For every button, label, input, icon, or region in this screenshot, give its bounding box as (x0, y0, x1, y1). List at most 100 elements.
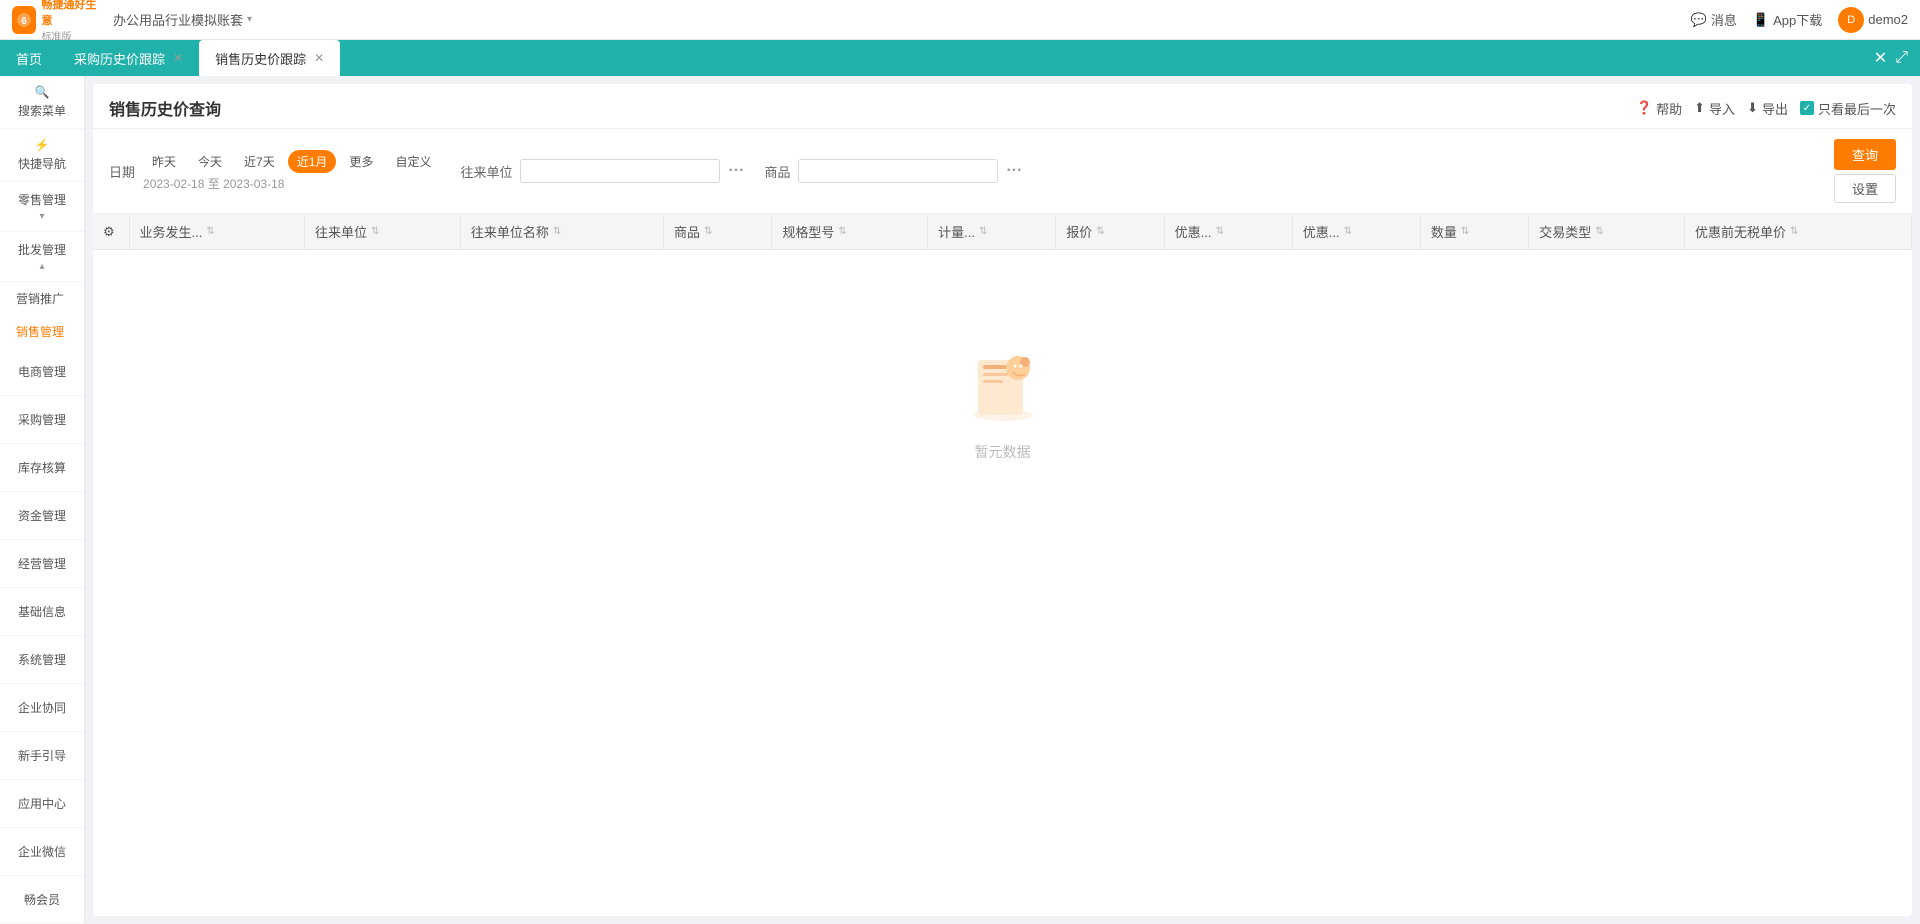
tab-close-sales[interactable]: ✕ (314, 51, 324, 65)
sort-icon: ⇅ (1215, 226, 1223, 237)
sidebar-item-collab[interactable]: 企业协同 (0, 684, 84, 732)
logo-icon: 6 (12, 6, 36, 34)
app-download-button[interactable]: 📱 App下载 (1753, 10, 1822, 29)
chevron-down-icon: ▾ (39, 211, 44, 222)
counterparty-label: 往来单位 (460, 162, 512, 181)
date-buttons: 昨天 今天 近7天 近1月 更多 自定义 (143, 150, 440, 173)
counterparty-input[interactable] (520, 159, 720, 183)
product-dots[interactable]: ··· (1006, 162, 1022, 180)
sort-icon: ⇅ (704, 226, 712, 237)
user-menu-button[interactable]: D demo2 (1838, 7, 1908, 33)
th-unit[interactable]: 计量... ⇅ (928, 214, 1056, 250)
th-spec[interactable]: 规格型号 ⇅ (772, 214, 928, 250)
page-title: 销售历史价查询 (109, 96, 221, 120)
filter-bar: 日期 昨天 今天 近7天 近1月 更多 自定义 2023-02-18 至 202… (93, 129, 1912, 214)
counterparty-filter-group: 往来单位 ··· (460, 159, 744, 183)
sidebar-item-purchase[interactable]: 采购管理 (0, 396, 84, 444)
import-button[interactable]: ⬆ 导入 (1694, 99, 1735, 118)
sidebar-item-apps[interactable]: 应用中心 (0, 780, 84, 828)
sidebar-item-marketing[interactable]: 营销推广 (0, 282, 84, 315)
sort-icon: ⇅ (1344, 226, 1352, 237)
date-today-btn[interactable]: 今天 (189, 150, 231, 173)
app-selector-label: 办公用品行业模拟账套 (113, 10, 243, 29)
sidebar-item-guide[interactable]: 新手引导 (0, 732, 84, 780)
sort-icon: ⇅ (1790, 226, 1798, 237)
export-button[interactable]: ⬇ 导出 (1747, 99, 1788, 118)
th-trade-type[interactable]: 交易类型 ⇅ (1529, 214, 1685, 250)
tab-bar: 首页 采购历史价跟踪 ✕ 销售历史价跟踪 ✕ ✕ ⤢ (0, 40, 1920, 76)
help-button[interactable]: ❓ 帮助 (1636, 99, 1682, 118)
sidebar-item-wholesale[interactable]: 批发管理 ▴ (0, 232, 84, 282)
table-header-row: ⚙ 业务发生... ⇅ 往来单位 (93, 214, 1912, 250)
message-button[interactable]: 💬 消息 (1691, 10, 1737, 29)
date-custom-btn[interactable]: 自定义 (386, 150, 440, 173)
page-actions: ❓ 帮助 ⬆ 导入 ⬇ 导出 ✓ 只看最后一次 (1636, 99, 1896, 118)
gear-icon: ⚙ (103, 224, 115, 239)
th-counterparty-code[interactable]: 往来单位 ⇅ (305, 214, 461, 250)
counterparty-dots[interactable]: ··· (728, 162, 744, 180)
th-product[interactable]: 商品 ⇅ (664, 214, 772, 250)
sidebar-item-finance[interactable]: 资金管理 (0, 492, 84, 540)
th-quantity[interactable]: 数量 ⇅ (1420, 214, 1528, 250)
empty-illustration (953, 330, 1053, 430)
maximize-icon[interactable]: ⤢ (1895, 49, 1908, 67)
th-discount1[interactable]: 优惠... ⇅ (1164, 214, 1292, 250)
search-icon: 🔍 (35, 85, 50, 99)
th-discount2[interactable]: 优惠... ⇅ (1292, 214, 1420, 250)
app-selector[interactable]: 办公用品行业模拟账套 ▾ (105, 6, 260, 33)
sidebar-item-system[interactable]: 系统管理 (0, 636, 84, 684)
product-label: 商品 (764, 162, 790, 181)
empty-state: 暂元数据 (93, 250, 1912, 542)
th-settings[interactable]: ⚙ (93, 214, 129, 250)
table-area: ⚙ 业务发生... ⇅ 往来单位 (93, 214, 1912, 916)
sidebar-item-member[interactable]: 畅会员 (0, 876, 84, 924)
sidebar-item-shortcut[interactable]: ⚡ 快捷导航 (0, 129, 84, 182)
query-button[interactable]: 查询 (1834, 139, 1896, 170)
tab-sales-history[interactable]: 销售历史价跟踪 ✕ (199, 40, 340, 76)
th-counterparty-name[interactable]: 往来单位名称 ⇅ (460, 214, 663, 250)
sidebar: 🔍 搜索菜单 ⚡ 快捷导航 零售管理 ▾ 批发管理 ▴ 营销推广 销售管理 电商… (0, 76, 85, 924)
page-header: 销售历史价查询 ❓ 帮助 ⬆ 导入 ⬇ 导出 ✓ (93, 84, 1912, 129)
logo-text: 畅捷通好生意 标准版 (42, 0, 97, 43)
settings-button[interactable]: 设置 (1834, 174, 1896, 203)
date-7days-btn[interactable]: 近7天 (235, 150, 284, 173)
sidebar-item-inventory[interactable]: 库存核算 (0, 444, 84, 492)
th-biz-date[interactable]: 业务发生... ⇅ (129, 214, 305, 250)
download-icon: 📱 (1753, 12, 1769, 28)
header-right: 💬 消息 📱 App下载 D demo2 (1691, 7, 1908, 33)
sort-icon: ⇅ (1595, 226, 1603, 237)
tab-home[interactable]: 首页 (0, 40, 58, 76)
product-filter-group: 商品 ··· (764, 159, 1022, 183)
th-pre-discount-price[interactable]: 优惠前无税单价 ⇅ (1684, 214, 1911, 250)
th-price[interactable]: 报价 ⇅ (1056, 214, 1164, 250)
sort-icon: ⇅ (1096, 226, 1104, 237)
date-1month-btn[interactable]: 近1月 (288, 150, 337, 173)
sidebar-item-wechat[interactable]: 企业微信 (0, 828, 84, 876)
sidebar-item-base-info[interactable]: 基础信息 (0, 588, 84, 636)
product-input[interactable] (798, 159, 998, 183)
date-more-btn[interactable]: 更多 (340, 150, 382, 173)
message-icon: 💬 (1691, 12, 1707, 28)
close-window-icon[interactable]: ✕ (1874, 48, 1887, 68)
help-icon: ❓ (1636, 100, 1652, 116)
tab-purchase-history[interactable]: 采购历史价跟踪 ✕ (58, 40, 199, 76)
sidebar-item-operations[interactable]: 经营管理 (0, 540, 84, 588)
sidebar-item-sales-mgmt[interactable]: 销售管理 (0, 315, 84, 348)
date-filter-label: 日期 (109, 162, 135, 181)
sidebar-item-ecommerce[interactable]: 电商管理 (0, 348, 84, 396)
sort-icon: ⇅ (979, 226, 987, 237)
tab-close-purchase[interactable]: ✕ (173, 51, 183, 65)
sidebar-item-retail[interactable]: 零售管理 ▾ (0, 182, 84, 232)
checkbox-teal: ✓ (1800, 101, 1814, 115)
avatar: D (1838, 7, 1864, 33)
sidebar-item-search[interactable]: 🔍 搜索菜单 (0, 76, 84, 129)
import-icon: ⬆ (1694, 100, 1705, 116)
sort-icon: ⇅ (206, 226, 214, 237)
sort-icon: ⇅ (1461, 226, 1469, 237)
last-only-checkbox-area[interactable]: ✓ 只看最后一次 (1800, 99, 1896, 118)
header-left: 6 畅捷通好生意 标准版 办公用品行业模拟账套 ▾ (12, 0, 260, 43)
date-yesterday-btn[interactable]: 昨天 (143, 150, 185, 173)
sort-icon: ⇅ (553, 226, 561, 237)
content-area: 销售历史价查询 ❓ 帮助 ⬆ 导入 ⬇ 导出 ✓ (85, 76, 1920, 924)
filter-right-buttons: 查询 设置 (1834, 139, 1896, 203)
